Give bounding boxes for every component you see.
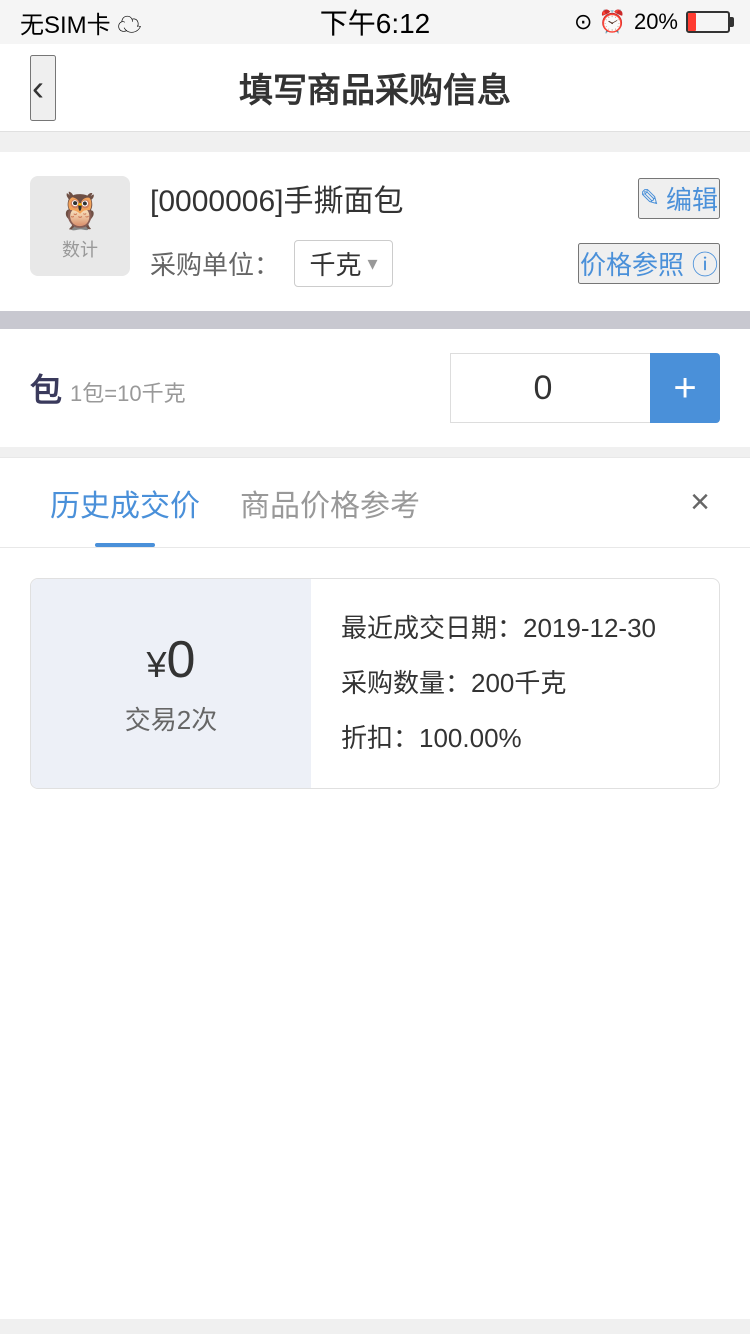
status-right: ⊙ ⏰ 20%	[574, 9, 730, 35]
tab-close-button[interactable]: ×	[680, 473, 720, 532]
quantity-control: +	[450, 353, 720, 423]
product-card: 🦉 数计 [0000006]手撕面包 ✎ 编辑 采购单位： 千克 ▾ 价格参照	[0, 152, 750, 311]
edit-label: 编辑	[666, 180, 718, 217]
edit-button[interactable]: ✎ 编辑	[638, 178, 720, 219]
tab-header: 历史成交价 商品价格参考 ×	[0, 458, 750, 548]
quantity-input[interactable]	[450, 353, 650, 423]
price-card-right: 最近成交日期：2019-12-30 采购数量：200千克 折扣：100.00%	[311, 579, 719, 788]
tab-history-price[interactable]: 历史成交价	[30, 458, 220, 547]
unit-select[interactable]: 千克 ▾	[294, 240, 392, 287]
quantity-label-group: 包 1包=10千克	[30, 365, 186, 411]
chevron-down-icon: ▾	[367, 251, 377, 276]
product-name: [0000006]手撕面包	[150, 176, 403, 220]
discount-row: 折扣：100.00%	[341, 719, 689, 758]
bottom-content-area	[0, 819, 750, 1319]
recent-date-label: 最近成交日期：	[341, 613, 523, 643]
product-info: [0000006]手撕面包 ✎ 编辑 采购单位： 千克 ▾ 价格参照 ⓘ	[150, 176, 720, 287]
unit-selector-group: 采购单位： 千克 ▾	[150, 240, 393, 287]
sim-label: 无SIM卡 ☁	[20, 5, 141, 40]
status-time: 下午6:12	[320, 2, 431, 42]
help-icon: ⓘ	[692, 245, 718, 282]
price-card-left: ¥0 交易2次	[31, 579, 311, 788]
battery-pct: 20%	[634, 9, 678, 35]
quantity-unit-main: 包	[30, 365, 62, 411]
price-card: ¥0 交易2次 最近成交日期：2019-12-30 采购数量：200千克 折扣：…	[30, 578, 720, 789]
unit-value: 千克	[309, 245, 361, 282]
price-reference-button[interactable]: 价格参照 ⓘ	[578, 243, 720, 284]
nav-bar: ‹ 填写商品采购信息	[0, 44, 750, 132]
status-left: 无SIM卡 ☁	[20, 5, 141, 40]
price-value: 0	[167, 631, 196, 689]
unit-label: 采购单位：	[150, 250, 280, 280]
purchase-qty-value: 200千克	[471, 668, 566, 698]
product-code: [0000006]	[150, 185, 283, 218]
discount-label: 折扣：	[341, 723, 419, 753]
purchase-qty-row: 采购数量：200千克	[341, 664, 689, 703]
currency-symbol: ¥	[147, 644, 167, 685]
price-amount: ¥0	[147, 630, 196, 690]
unit-row: 采购单位： 千克 ▾ 价格参照 ⓘ	[150, 240, 720, 287]
product-logo-icon: 🦉	[58, 190, 103, 232]
product-name-text: 手撕面包	[283, 185, 403, 218]
recent-date-row: 最近成交日期：2019-12-30	[341, 609, 689, 648]
product-logo-text: 数计	[62, 236, 98, 262]
product-title-row: [0000006]手撕面包 ✎ 编辑	[150, 176, 720, 220]
quantity-row: 包 1包=10千克 +	[0, 329, 750, 447]
back-button[interactable]: ‹	[30, 55, 56, 121]
tab-section: 历史成交价 商品价格参考 × ¥0 交易2次 最近成交日期：2019-12-30…	[0, 457, 750, 1319]
quantity-unit-hint: 1包=10千克	[70, 376, 186, 408]
section-divider	[0, 311, 750, 329]
trade-count: 交易2次	[125, 700, 217, 737]
page-title: 填写商品采购信息	[239, 63, 511, 112]
product-thumbnail: 🦉 数计	[30, 176, 130, 276]
price-ref-label: 价格参照	[580, 245, 684, 282]
status-bar: 无SIM卡 ☁ 下午6:12 ⊙ ⏰ 20%	[0, 0, 750, 44]
recent-date-value: 2019-12-30	[523, 613, 656, 643]
edit-icon: ✎	[640, 184, 660, 213]
battery-fill	[688, 13, 696, 31]
purchase-qty-label: 采购数量：	[341, 668, 471, 698]
quantity-plus-button[interactable]: +	[650, 353, 720, 423]
battery-icon	[686, 11, 730, 33]
tab-product-price-ref[interactable]: 商品价格参考	[220, 458, 440, 547]
status-icons: ⊙ ⏰	[574, 9, 626, 35]
discount-value: 100.00%	[419, 723, 522, 753]
